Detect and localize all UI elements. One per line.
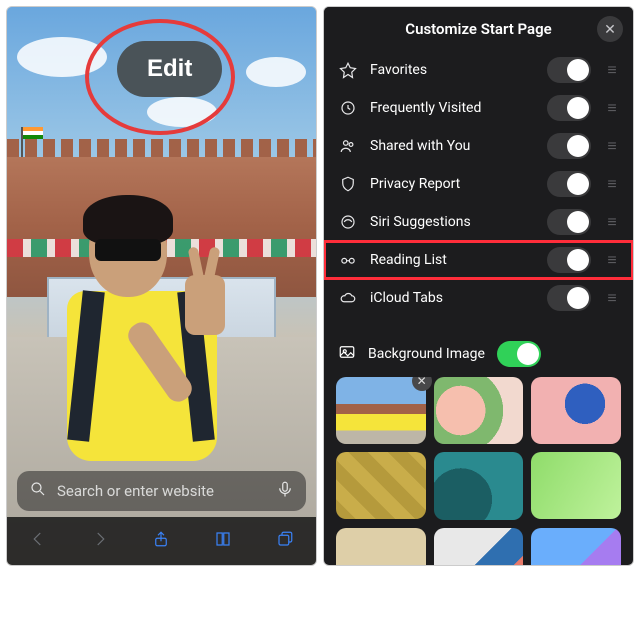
- toggle-favorites[interactable]: [547, 57, 591, 83]
- option-label: Privacy Report: [370, 176, 535, 192]
- image-icon: [338, 343, 356, 365]
- bottom-toolbar: [7, 517, 316, 565]
- tabs-icon[interactable]: [276, 530, 294, 553]
- toggle-frequently-visited[interactable]: [547, 95, 591, 121]
- bg-person: [47, 197, 227, 497]
- bg-thumb[interactable]: [531, 452, 621, 519]
- option-privacy-report: Privacy Report ≡: [324, 165, 633, 203]
- bg-thumb[interactable]: [434, 452, 524, 519]
- siri-icon: [338, 213, 358, 231]
- bg-thumb[interactable]: [531, 377, 621, 444]
- safari-start-page: Edit Search or enter website: [6, 6, 317, 566]
- back-icon: [29, 530, 47, 553]
- bg-thumb-current[interactable]: ✕: [336, 377, 426, 444]
- option-label: Shared with You: [370, 138, 535, 154]
- option-frequently-visited: Frequently Visited ≡: [324, 89, 633, 127]
- option-label: Siri Suggestions: [370, 214, 535, 230]
- glasses-icon: [338, 251, 358, 269]
- option-label: Favorites: [370, 62, 535, 78]
- option-label: Frequently Visited: [370, 100, 535, 116]
- search-icon: [29, 480, 47, 502]
- bg-thumb[interactable]: [336, 528, 426, 566]
- clock-icon: [338, 99, 358, 117]
- edit-button[interactable]: Edit: [117, 41, 222, 97]
- bg-cloud: [147, 97, 217, 127]
- reorder-handle-icon[interactable]: ≡: [603, 174, 621, 194]
- toggle-background-image[interactable]: [497, 341, 541, 367]
- toggle-reading-list[interactable]: [547, 247, 591, 273]
- reorder-handle-icon[interactable]: ≡: [603, 98, 621, 118]
- bg-thumb[interactable]: [434, 528, 524, 566]
- mic-icon[interactable]: [276, 480, 294, 502]
- people-icon: [338, 137, 358, 155]
- remove-bg-icon[interactable]: ✕: [412, 377, 432, 391]
- option-shared-with-you: Shared with You ≡: [324, 127, 633, 165]
- option-reading-list: Reading List ≡: [324, 241, 633, 279]
- bg-thumb[interactable]: [531, 528, 621, 566]
- option-icloud-tabs: iCloud Tabs ≡: [324, 279, 633, 317]
- background-thumbnails: ✕: [324, 377, 633, 565]
- bg-cloud: [246, 57, 306, 87]
- reorder-handle-icon[interactable]: ≡: [603, 288, 621, 308]
- bg-thumb[interactable]: [434, 377, 524, 444]
- customize-start-page-sheet: Customize Start Page ✕ Favorites ≡ Frequ…: [323, 6, 634, 566]
- forward-icon: [91, 530, 109, 553]
- reorder-handle-icon[interactable]: ≡: [603, 250, 621, 270]
- sheet-header: Customize Start Page ✕: [324, 7, 633, 51]
- reorder-handle-icon[interactable]: ≡: [603, 212, 621, 232]
- reorder-handle-icon[interactable]: ≡: [603, 136, 621, 156]
- background-image-row: Background Image: [324, 331, 633, 377]
- option-label: iCloud Tabs: [370, 290, 535, 306]
- bookmarks-icon[interactable]: [214, 530, 232, 553]
- close-button[interactable]: ✕: [597, 16, 623, 42]
- bg-thumb[interactable]: [336, 452, 426, 519]
- sheet-title: Customize Start Page: [405, 20, 551, 38]
- option-favorites: Favorites ≡: [324, 51, 633, 89]
- search-bar[interactable]: Search or enter website: [17, 471, 306, 511]
- toggle-shared-with-you[interactable]: [547, 133, 591, 159]
- close-icon: ✕: [604, 21, 616, 38]
- shield-icon: [338, 175, 358, 193]
- option-label: Reading List: [370, 252, 535, 268]
- option-siri-suggestions: Siri Suggestions ≡: [324, 203, 633, 241]
- toggle-privacy-report[interactable]: [547, 171, 591, 197]
- share-icon[interactable]: [152, 530, 170, 553]
- toggle-siri-suggestions[interactable]: [547, 209, 591, 235]
- search-placeholder: Search or enter website: [57, 482, 266, 500]
- cloud-icon: [338, 289, 358, 307]
- bg-cloud: [17, 37, 107, 77]
- toggle-icloud-tabs[interactable]: [547, 285, 591, 311]
- reorder-handle-icon[interactable]: ≡: [603, 60, 621, 80]
- background-image-label: Background Image: [368, 346, 485, 362]
- star-icon: [338, 61, 358, 79]
